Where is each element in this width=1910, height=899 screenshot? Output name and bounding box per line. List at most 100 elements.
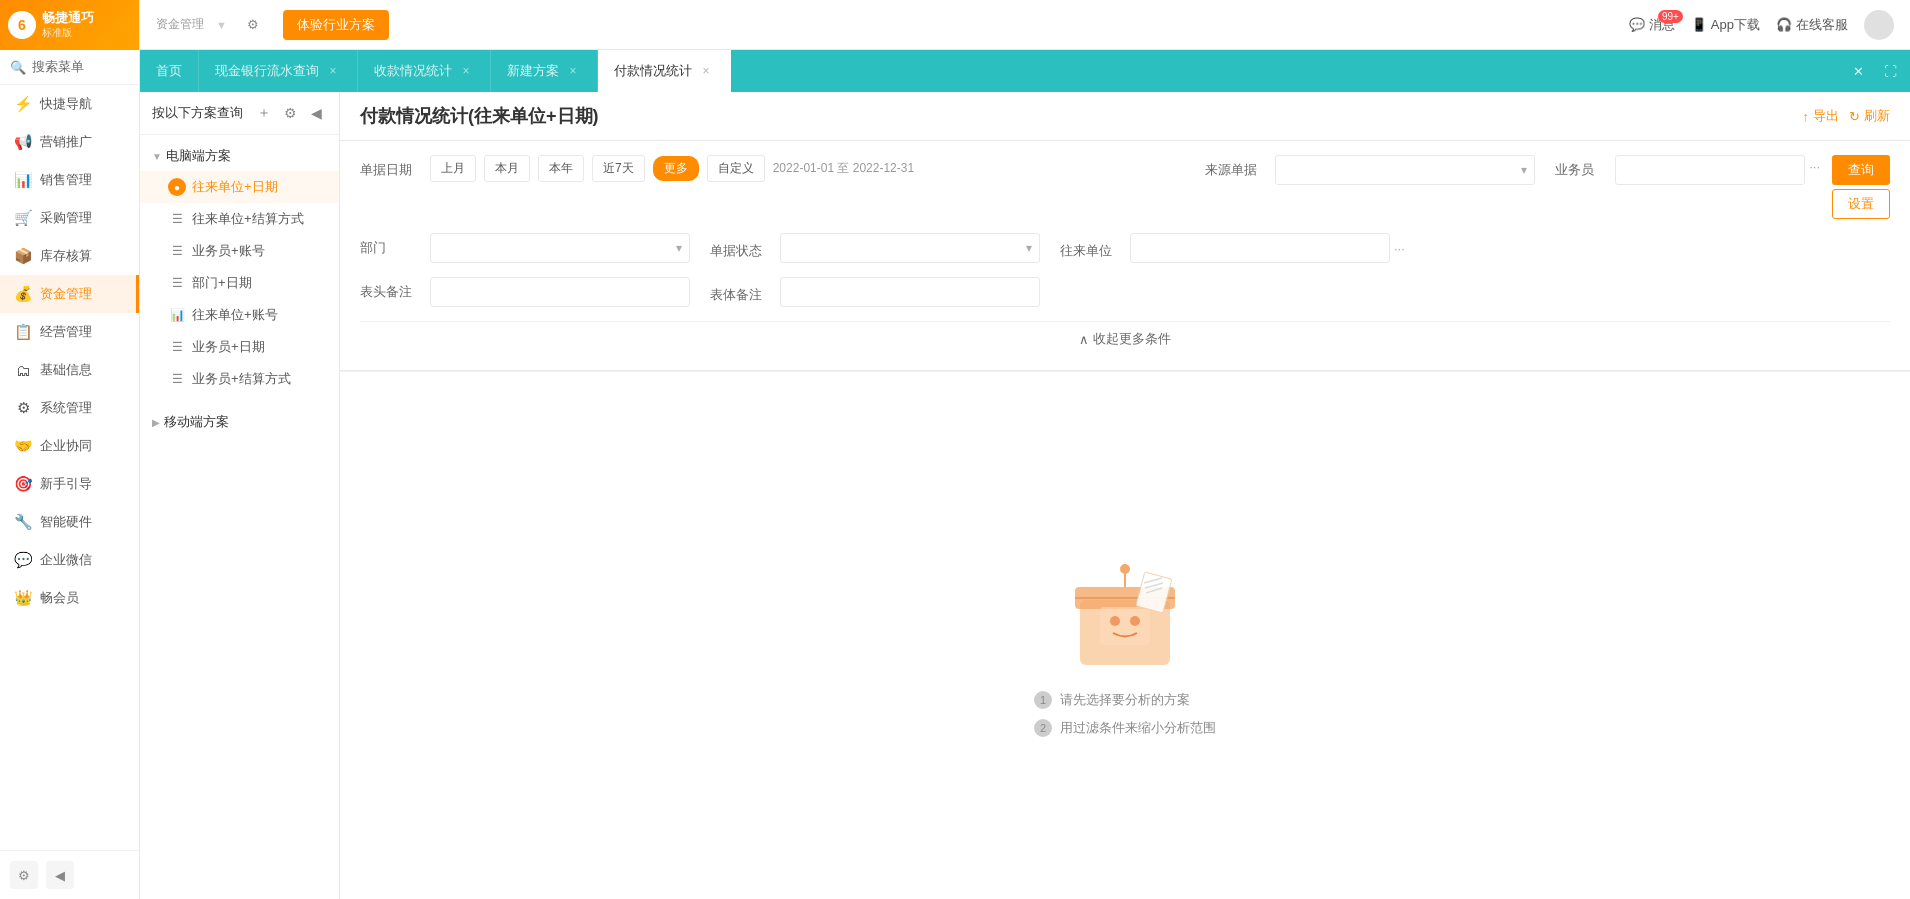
date-7days-btn[interactable]: 近7天 [592,155,645,182]
scheme-icon-salesman-date: ☰ [168,338,186,356]
body-note-input[interactable] [780,277,1040,307]
sidebar-item-operation[interactable]: 📋经营管理 [0,313,139,351]
user-avatar[interactable] [1864,10,1894,40]
topbar-gear-btn[interactable]: ⚙ [239,11,267,39]
collapse-icon: ∧ [1079,332,1089,347]
nav-icon-marketing: 📢 [14,133,32,151]
tip-num-1: 1 [1034,691,1052,709]
sidebar-item-member[interactable]: 👑畅会员 [0,579,139,617]
scheme-settings-btn[interactable]: ⚙ [279,102,301,124]
tab-receipt[interactable]: 收款情况统计 × [358,50,491,92]
footer-collapse-btn[interactable]: ◀ [46,861,74,889]
main-area: 资金管理 ▼ ⚙ 体验行业方案 💬 消息 99+ 📱 App下载 🎧 在线客服 … [140,0,1910,899]
sidebar-item-system[interactable]: ⚙系统管理 [0,389,139,427]
search-menu[interactable]: 🔍 搜索菜单 [0,50,139,85]
tab-new-scheme-close[interactable]: × [565,63,581,79]
collapse-more-btn[interactable]: ∧ 收起更多条件 [360,321,1890,356]
bill-status-select[interactable] [780,233,1040,263]
nav-icon-quick-nav: ⚡ [14,95,32,113]
scheme-item-dept-date[interactable]: ☰ 部门+日期 [140,267,339,299]
close-all-btn[interactable]: ✕ [1846,59,1870,83]
msg-icon: 💬 [1629,17,1645,32]
source-bill-select-wrapper [1275,155,1535,185]
date-last-month-btn[interactable]: 上月 [430,155,476,182]
msg-btn[interactable]: 💬 消息 99+ [1629,16,1675,34]
try-btn[interactable]: 体验行业方案 [283,10,389,40]
filter-settings-btn[interactable]: 设置 [1832,189,1890,219]
source-bill-select[interactable] [1275,155,1535,185]
sidebar-item-quick-nav[interactable]: ⚡快捷导航 [0,85,139,123]
dept-label: 部门 [360,233,430,257]
tab-bank-close[interactable]: × [325,63,341,79]
scheme-item-partner-settlement-label: 往来单位+结算方式 [192,210,304,228]
sidebar-item-purchase[interactable]: 🛒采购管理 [0,199,139,237]
nav-icon-basic-info: 🗂 [14,361,32,379]
app-label: App下载 [1711,16,1760,34]
scheme-item-salesman-account[interactable]: ☰ 业务员+账号 [140,235,339,267]
date-this-year-btn[interactable]: 本年 [538,155,584,182]
partner-ellipsis-btn[interactable]: ··· [1390,237,1409,260]
scheme-item-partner-date[interactable]: ● 往来单位+日期 [140,171,339,203]
sidebar-item-marketing[interactable]: 📢营销推广 [0,123,139,161]
refresh-btn[interactable]: ↻ 刷新 [1849,107,1890,125]
tab-new-scheme-label: 新建方案 [507,62,559,80]
sidebar-item-hardware[interactable]: 🔧智能硬件 [0,503,139,541]
desktop-group-header[interactable]: ▼ 电脑端方案 [140,141,339,171]
footer-gear-btn[interactable]: ⚙ [10,861,38,889]
export-btn[interactable]: ↑ 导出 [1803,107,1840,125]
scheme-item-partner-settlement[interactable]: ☰ 往来单位+结算方式 [140,203,339,235]
scheme-panel-header: 按以下方案查询 ＋ ⚙ ◀ [140,92,339,135]
sidebar-item-sales[interactable]: 📊销售管理 [0,161,139,199]
sidebar-footer: ⚙ ◀ [0,850,139,899]
sidebar-item-enterprise[interactable]: 🤝企业协同 [0,427,139,465]
salesman-input[interactable] [1615,155,1805,185]
scheme-panel-title: 按以下方案查询 [152,104,243,122]
sidebar-item-capital[interactable]: 💰资金管理 [0,275,139,313]
date-custom-btn[interactable]: 自定义 [707,155,765,182]
app-download-btn[interactable]: 📱 App下载 [1691,16,1760,34]
tab-bank[interactable]: 现金银行流水查询 × [199,50,358,92]
tab-payment[interactable]: 付款情况统计 × [598,50,731,92]
header-note-input[interactable] [430,277,690,307]
service-btn[interactable]: 🎧 在线客服 [1776,16,1848,34]
source-bill-label: 来源单据 [1205,155,1275,179]
dept-select[interactable] [430,233,690,263]
mobile-scheme-group: ▶ 移动端方案 [140,401,339,443]
tab-receipt-close[interactable]: × [458,63,474,79]
date-more-btn[interactable]: 更多 [653,156,699,181]
add-scheme-btn[interactable]: ＋ [253,102,275,124]
empty-tips: 1 请先选择要分析的方案 2 用过滤条件来缩小分析范围 [1034,691,1216,737]
partner-input[interactable] [1130,233,1390,263]
sidebar-item-basic-info[interactable]: 🗂基础信息 [0,351,139,389]
empty-svg [1055,535,1195,675]
nav-label-sales: 销售管理 [40,171,92,189]
mobile-arrow-icon: ▶ [152,417,160,428]
tab-payment-close[interactable]: × [698,63,714,79]
mobile-group-header[interactable]: ▶ 移动端方案 [140,407,339,437]
desktop-scheme-group: ▼ 电脑端方案 ● 往来单位+日期 ☰ 往来单位+结算方式 ☰ 业务员+账号 ☰ [140,135,339,401]
query-btn[interactable]: 查询 [1832,155,1890,185]
empty-tip-2: 2 用过滤条件来缩小分析范围 [1034,719,1216,737]
scheme-collapse-btn[interactable]: ◀ [305,102,327,124]
empty-tip-1: 1 请先选择要分析的方案 [1034,691,1216,709]
scheme-item-salesman-settlement[interactable]: ☰ 业务员+结算方式 [140,363,339,395]
scheme-item-salesman-settlement-label: 业务员+结算方式 [192,370,291,388]
nav-label-operation: 经营管理 [40,323,92,341]
date-this-month-btn[interactable]: 本月 [484,155,530,182]
salesman-ellipsis-btn[interactable]: ··· [1805,155,1824,178]
tab-new-scheme[interactable]: 新建方案 × [491,50,598,92]
service-label: 在线客服 [1796,16,1848,34]
right-content: 付款情况统计(往来单位+日期) ↑ 导出 ↻ 刷新 单据日期 [340,92,1910,899]
expand-btn[interactable]: ⛶ [1878,59,1902,83]
nav-label-enterprise: 企业协同 [40,437,92,455]
sidebar-item-guide[interactable]: 🎯新手引导 [0,465,139,503]
sidebar-item-wechat[interactable]: 💬企业微信 [0,541,139,579]
tab-home[interactable]: 首页 [140,50,199,92]
scheme-item-salesman-date[interactable]: ☰ 业务员+日期 [140,331,339,363]
nav-icon-system: ⚙ [14,399,32,417]
tab-home-label: 首页 [156,62,182,80]
sidebar-item-inventory[interactable]: 📦库存核算 [0,237,139,275]
tab-bank-label: 现金银行流水查询 [215,62,319,80]
scheme-item-partner-account[interactable]: 📊 往来单位+账号 [140,299,339,331]
empty-illustration [1055,535,1195,675]
